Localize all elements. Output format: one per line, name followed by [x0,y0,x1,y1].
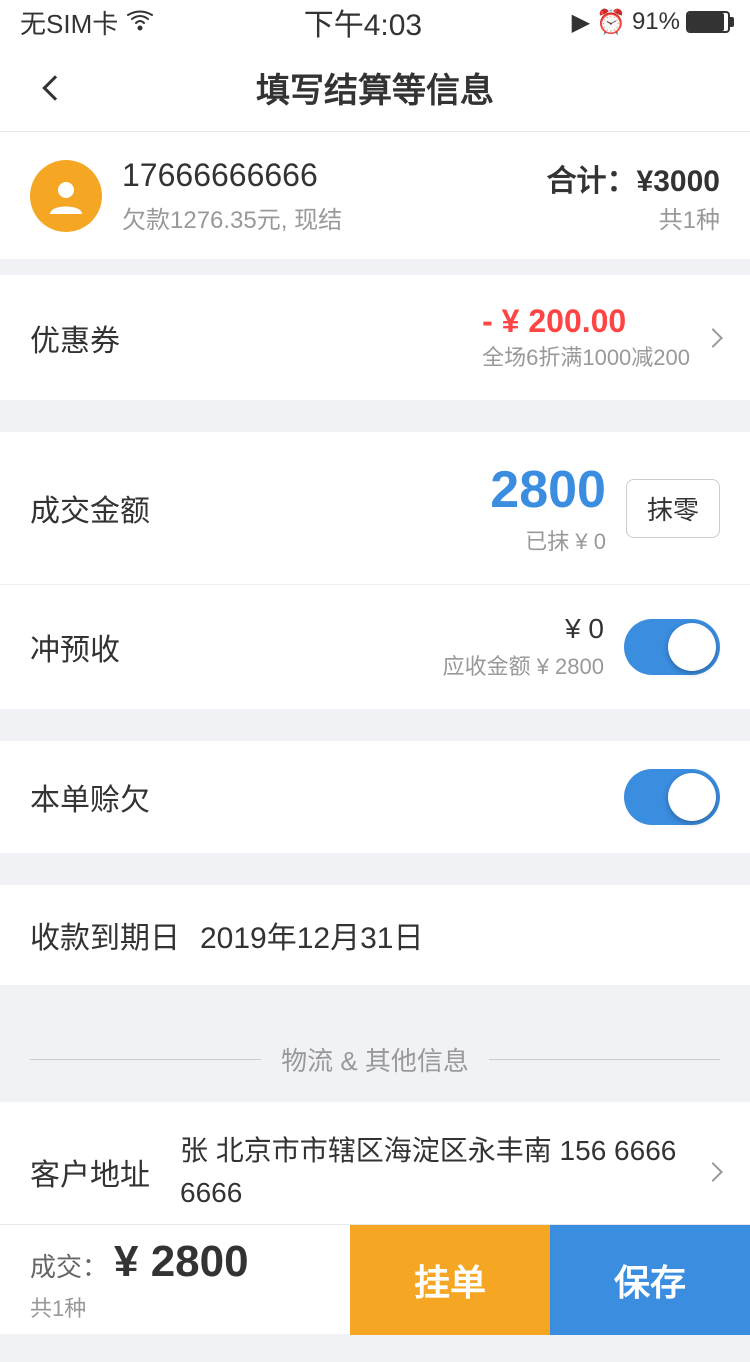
avatar [30,160,102,232]
amount-section: 成交金额 2800 已抹 ¥ 0 抹零 冲预收 ¥ 0 应收金额 ¥ 2800 [0,432,750,709]
wifi-icon [126,7,154,38]
due-date-label: 收款到期日 [30,913,180,957]
customer-phone: 17666666666 [122,157,342,194]
prepay-sub: 应收金额 ¥ 2800 [443,649,604,681]
prepay-row: 冲预收 ¥ 0 应收金额 ¥ 2800 [0,585,750,709]
footer-amount: ¥ 2800 [114,1237,249,1287]
customer-info: 17666666666 欠款1276.35元, 现结 [122,157,342,235]
section-divider-3 [0,869,750,885]
footer-count: 共1种 [30,1291,320,1323]
total-amount: 合计：¥3000 [547,156,720,200]
customer-left: 17666666666 欠款1276.35元, 现结 [30,157,342,235]
due-date-row: 收款到期日 2019年12月31日 [0,885,750,985]
battery-label: 91% [632,8,680,36]
coupon-row[interactable]: 优惠券 - ¥ 200.00 全场6折满1000减200 [0,275,750,400]
address-label: 客户地址 [30,1150,150,1194]
footer: 成交： ¥ 2800 共1种 挂单 保存 [0,1224,750,1334]
customer-right: 合计：¥3000 共1种 [547,156,720,235]
prepay-amount: ¥ 0 [565,613,604,645]
customer-card: 17666666666 欠款1276.35元, 现结 合计：¥3000 共1种 [0,132,750,259]
due-date-value: 2019年12月31日 [200,913,423,957]
footer-info: 成交： ¥ 2800 共1种 [0,1237,350,1323]
address-chevron-icon [703,1162,723,1182]
debt-row: 本单赊欠 [0,741,750,853]
logistics-label: 物流 & 其他信息 [281,1041,469,1078]
section-divider [0,416,750,432]
coupon-discount: - ¥ 200.00 [482,303,690,340]
prepay-toggle[interactable] [624,619,720,675]
status-bar: 无SIM卡 下午4:03 ▶ ⏰ 91% [0,0,750,44]
amount-value: 2800 [490,460,606,520]
hang-button[interactable]: 挂单 [350,1225,550,1335]
alarm-icon: ⏰ [596,8,626,37]
prepay-label: 冲预收 [30,625,120,669]
status-time: 下午4:03 [304,0,422,44]
back-button[interactable] [30,63,80,113]
debt-toggle[interactable] [624,769,720,825]
status-left: 无SIM卡 [20,4,154,41]
coupon-label: 优惠券 [30,316,120,360]
status-right: ▶ ⏰ 91% [572,8,730,37]
coupon-right: - ¥ 200.00 全场6折满1000减200 [482,303,720,372]
round-button[interactable]: 抹零 [626,479,720,538]
coupon-detail: 全场6折满1000减200 [482,340,690,372]
carrier-label: 无SIM卡 [20,4,118,41]
divider-line-left [30,1059,261,1060]
divider-line-right [489,1059,720,1060]
amount-label: 成交金额 [30,486,150,530]
footer-amount-label: 成交： [30,1247,108,1284]
section-divider-4 [0,1001,750,1017]
toggle-knob [668,623,716,671]
total-count: 共1种 [547,200,720,235]
logistics-divider: 物流 & 其他信息 [0,1017,750,1102]
amount-right: 2800 已抹 ¥ 0 抹零 [490,460,720,556]
location-icon: ▶ [572,8,590,37]
amount-row: 成交金额 2800 已抹 ¥ 0 抹零 [0,432,750,585]
prepay-right: ¥ 0 应收金额 ¥ 2800 [443,613,604,681]
header: 填写结算等信息 [0,44,750,132]
battery-icon [686,11,730,33]
save-button[interactable]: 保存 [550,1225,750,1335]
debt-toggle-knob [668,773,716,821]
amount-sub: 已抹 ¥ 0 [490,524,606,556]
address-row[interactable]: 客户地址 张 北京市市辖区海淀区永丰南 156 6666 6666 [0,1102,750,1242]
address-value: 张 北京市市辖区海淀区永丰南 156 6666 6666 [180,1130,700,1214]
page-title: 填写结算等信息 [80,63,670,112]
debt-label: 本单赊欠 [30,775,150,819]
section-divider-2 [0,725,750,741]
back-arrow-icon [42,75,67,100]
customer-debt: 欠款1276.35元, 现结 [122,200,342,235]
chevron-right-icon [703,328,723,348]
